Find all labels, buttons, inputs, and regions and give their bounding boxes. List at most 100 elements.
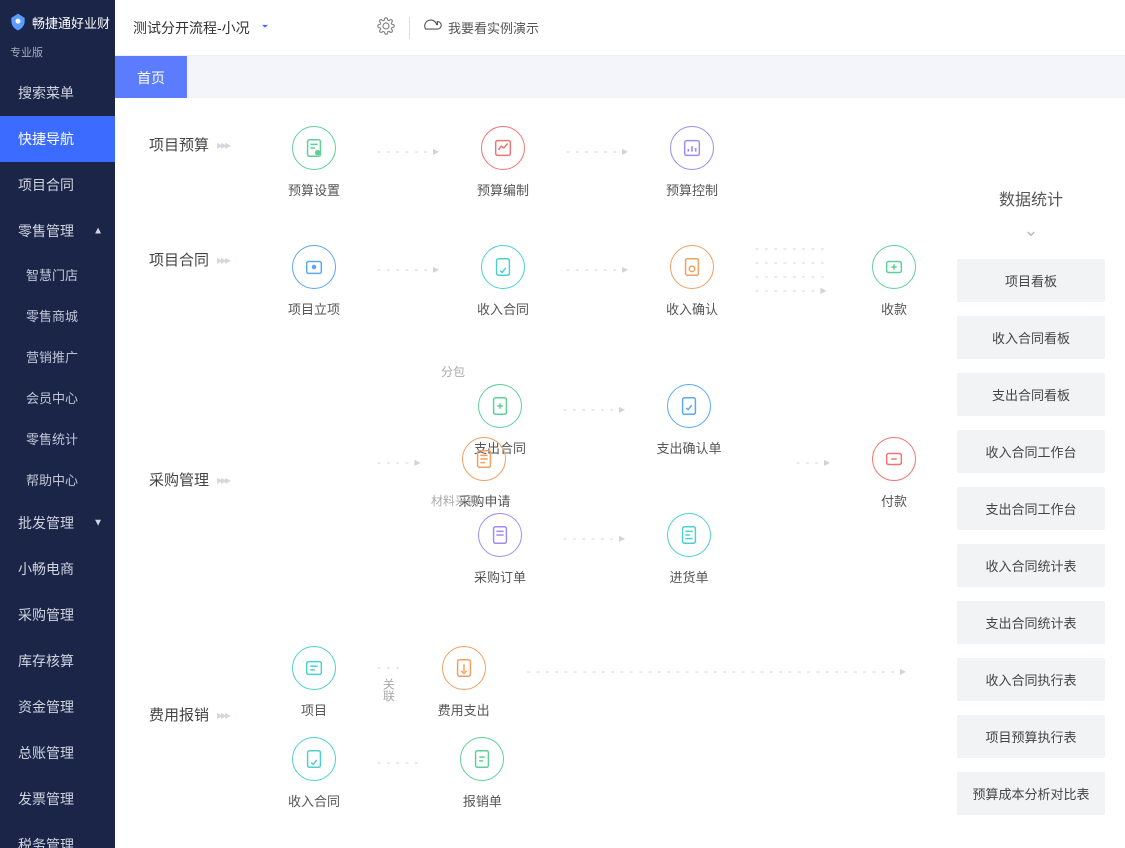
stat-btn-budget-exec[interactable]: 项目预算执行表 — [957, 715, 1105, 758]
side-menu: 快捷导航 项目合同 零售管理 ▲ 智慧门店 零售商城 营销推广 会员中心 零售统… — [0, 116, 115, 848]
flow-section-purchase: 采购管理 ▸▸▸ 分包 — [149, 363, 939, 586]
node-budget-settings[interactable]: 预算设置 — [269, 126, 359, 199]
connector: - - - — [377, 660, 401, 674]
stats-title: 数据统计 — [957, 186, 1105, 210]
sidebar-sub-retail-stats[interactable]: 零售统计 — [0, 418, 115, 459]
stat-btn-expense-board[interactable]: 支出合同看板 — [957, 373, 1105, 416]
stat-btn-expense-workbench[interactable]: 支出合同工作台 — [957, 487, 1105, 530]
node-expense-confirm[interactable]: 支出确认单 — [644, 384, 734, 457]
node-income-confirm[interactable]: 收入确认 — [647, 245, 737, 318]
stat-btn-project-board[interactable]: 项目看板 — [957, 259, 1105, 302]
doc-check-icon — [481, 245, 525, 289]
node-income-contract[interactable]: 收入合同 — [458, 245, 548, 318]
sidebar-item-invoice[interactable]: 发票管理 — [0, 776, 115, 822]
sidebar-item-label: 批发管理 — [18, 515, 74, 531]
chevron-down-icon — [258, 19, 272, 36]
section-title: 项目合同 ▸▸▸ — [149, 249, 229, 270]
sidebar-item-funds[interactable]: 资金管理 — [0, 684, 115, 730]
connector: - - - - - - - - - - - - - - - - - - - - … — [527, 664, 939, 678]
connector: - - - - - - - - - - - - - - - - - - - - … — [755, 241, 831, 297]
connector: - - - - - - ▸ — [563, 402, 626, 416]
sidebar-item-quicknav[interactable]: 快捷导航 — [0, 116, 115, 162]
connector: - - - - - - ▸ — [563, 531, 626, 545]
node-project-init[interactable]: 项目立项 — [269, 245, 359, 318]
sidebar-item-purchase[interactable]: 采购管理 — [0, 592, 115, 638]
stat-btn-income-workbench[interactable]: 收入合同工作台 — [957, 430, 1105, 473]
node-income-contract-2[interactable]: 收入合同 — [269, 737, 359, 810]
node-budget-control[interactable]: 预算控制 — [647, 126, 737, 199]
chevron-down-icon: ⌄ — [957, 220, 1105, 241]
sidebar-item-wholesale[interactable]: 批发管理 ▼ — [0, 500, 115, 546]
doc-check-icon — [292, 126, 336, 170]
flow-area: 项目预算 ▸▸▸ 预算设置 - - - - - - ▸ 预算编制 — [149, 126, 939, 848]
sidebar-sub-help[interactable]: 帮助中心 — [0, 459, 115, 500]
node-project[interactable]: 项目 — [269, 646, 359, 719]
folder-icon — [292, 245, 336, 289]
stat-btn-expense-stats[interactable]: 支出合同统计表 — [957, 601, 1105, 644]
stat-btn-income-board[interactable]: 收入合同看板 — [957, 316, 1105, 359]
node-goods-receipt[interactable]: 进货单 — [644, 513, 734, 586]
node-budget-edit[interactable]: 预算编制 — [458, 126, 548, 199]
doc-check-icon — [292, 737, 336, 781]
tab-home[interactable]: 首页 — [115, 56, 187, 98]
workspace-selector[interactable]: 测试分开流程-小况 — [133, 18, 363, 38]
cloud-icon — [424, 17, 442, 38]
connector: - - - - - — [377, 755, 419, 769]
connector: - - - - - - ▸ — [377, 262, 440, 276]
sidebar-sub-marketing[interactable]: 营销推广 — [0, 336, 115, 377]
doc-stamp-icon — [670, 245, 714, 289]
main: 测试分开流程-小况 我要看实例演示 首页 — [115, 0, 1125, 848]
sidebar-search[interactable]: 搜索菜单 — [0, 70, 115, 116]
sidebar-item-label: 零售管理 — [18, 223, 74, 239]
connector: - - - - - - ▸ — [566, 144, 629, 158]
sidebar-item-tax[interactable]: 税务管理 — [0, 822, 115, 848]
stat-btn-income-exec[interactable]: 收入合同执行表 — [957, 658, 1105, 701]
flow-section-expense: 费用报销 ▸▸▸ 项目 - - - 关联 — [149, 646, 939, 810]
sidebar-item-inventory[interactable]: 库存核算 — [0, 638, 115, 684]
connector: - - - ▸ — [796, 455, 831, 469]
content-wrap: 项目预算 ▸▸▸ 预算设置 - - - - - - ▸ 预算编制 — [115, 98, 1125, 848]
doc-check-icon — [667, 384, 711, 428]
section-title: 采购管理 ▸▸▸ — [149, 469, 229, 490]
node-expense-out[interactable]: 费用支出 — [419, 646, 509, 719]
sidebar-sub-smartstore[interactable]: 智慧门店 — [0, 254, 115, 295]
flow-section-contract: 项目合同 ▸▸▸ 项目立项 - - - - - - ▸ 收入合同 — [149, 241, 939, 321]
stat-btn-budget-cost[interactable]: 预算成本分析对比表 — [957, 772, 1105, 815]
sidebar: 畅捷通好业财 专业版 搜索菜单 快捷导航 项目合同 零售管理 ▲ 智慧门店 零售… — [0, 0, 115, 848]
connector: - - - - - - ▸ — [566, 262, 629, 276]
sidebar-item-project-contract[interactable]: 项目合同 — [0, 162, 115, 208]
sidebar-item-retail[interactable]: 零售管理 ▲ — [0, 208, 115, 254]
demo-link[interactable]: 我要看实例演示 — [424, 17, 539, 38]
workspace-name: 测试分开流程-小况 — [133, 18, 250, 38]
divider — [409, 17, 410, 39]
logo-area: 畅捷通好业财 — [0, 0, 115, 44]
bar-chart-icon — [670, 126, 714, 170]
topbar: 测试分开流程-小况 我要看实例演示 — [115, 0, 1125, 56]
chevron-down-icon: ▼ — [93, 518, 103, 529]
money-out-icon — [872, 437, 916, 481]
stat-btn-income-stats[interactable]: 收入合同统计表 — [957, 544, 1105, 587]
tabs: 首页 — [115, 56, 1125, 98]
section-title: 项目预算 ▸▸▸ — [149, 134, 229, 155]
sidebar-sub-member[interactable]: 会员中心 — [0, 377, 115, 418]
project-icon — [292, 646, 336, 690]
branch-label-material: 材料采购 — [431, 492, 939, 509]
node-receipt[interactable]: 收款 — [849, 245, 939, 318]
sidebar-sub-mall[interactable]: 零售商城 — [0, 295, 115, 336]
arrow-deco-icon: ▸▸▸ — [217, 138, 229, 152]
content: 项目预算 ▸▸▸ 预算设置 - - - - - - ▸ 预算编制 — [115, 98, 1125, 848]
money-in-icon — [872, 245, 916, 289]
connector: - - - - - - ▸ — [377, 144, 440, 158]
arrow-deco-icon: ▸▸▸ — [217, 708, 229, 722]
sidebar-item-ledger[interactable]: 总账管理 — [0, 730, 115, 776]
relation-label: 关联 — [380, 678, 397, 702]
sidebar-item-ecommerce[interactable]: 小畅电商 — [0, 546, 115, 592]
node-reimburse[interactable]: 报销单 — [437, 737, 527, 810]
reimburse-icon — [460, 737, 504, 781]
flow-section-budget: 项目预算 ▸▸▸ 预算设置 - - - - - - ▸ 预算编制 — [149, 126, 939, 199]
edition-label: 专业版 — [0, 44, 115, 70]
chevron-up-icon: ▲ — [93, 226, 103, 237]
gear-icon[interactable] — [377, 17, 395, 38]
node-purchase-order[interactable]: 采购订单 — [455, 513, 545, 586]
brand-name: 畅捷通好业财 — [32, 13, 110, 32]
